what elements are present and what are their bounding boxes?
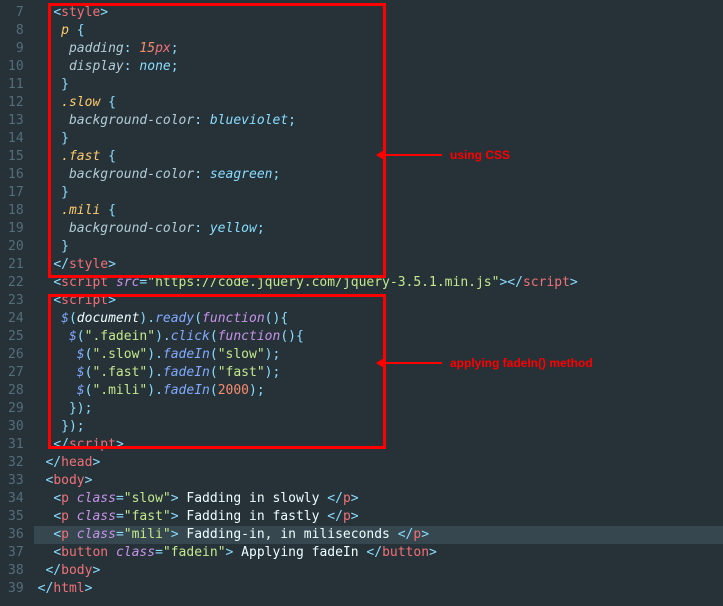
code-line: <script src="https://code.jquery.com/jqu… [34, 274, 723, 292]
line-number: 9 [8, 40, 24, 58]
line-number: 13 [8, 112, 24, 130]
code-line: padding: 15px; [34, 40, 723, 58]
code-line: }); [34, 400, 723, 418]
line-number: 11 [8, 76, 24, 94]
code-line: <p class="slow"> Fadding in slowly </p> [34, 490, 723, 508]
line-number: 38 [8, 562, 24, 580]
code-line: background-color: blueviolet; [34, 112, 723, 130]
code-line: $(".fadein").click(function(){ [34, 328, 723, 346]
line-number: 8 [8, 22, 24, 40]
line-number: 10 [8, 58, 24, 76]
line-number: 25 [8, 328, 24, 346]
line-number: 30 [8, 418, 24, 436]
code-line: background-color: seagreen; [34, 166, 723, 184]
line-number: 24 [8, 310, 24, 328]
code-line: $(".mili").fadeIn(2000); [34, 382, 723, 400]
line-number: 21 [8, 256, 24, 274]
code-line: display: none; [34, 58, 723, 76]
code-line: } [34, 184, 723, 202]
line-number: 17 [8, 184, 24, 202]
code-line: <button class="fadein"> Applying fadeIn … [34, 544, 723, 562]
line-number: 14 [8, 130, 24, 148]
annotation-label: applying fadeIn() method [450, 356, 593, 370]
line-number: 31 [8, 436, 24, 454]
line-number: 16 [8, 166, 24, 184]
code-line: <p class="mili"> Fadding-in, in miliseco… [34, 526, 723, 544]
line-number: 39 [8, 580, 24, 598]
arrow-icon [382, 154, 442, 156]
arrow-icon [382, 362, 442, 364]
code-line: $(document).ready(function(){ [34, 310, 723, 328]
annotation-label: using CSS [450, 148, 510, 162]
line-number: 37 [8, 544, 24, 562]
code-line: } [34, 238, 723, 256]
code-line: <p class="fast"> Fadding in fastly </p> [34, 508, 723, 526]
code-line: </body> [34, 562, 723, 580]
line-number: 19 [8, 220, 24, 238]
code-line: <style> [34, 4, 723, 22]
line-number: 7 [8, 4, 24, 22]
code-line: background-color: yellow; [34, 220, 723, 238]
line-number: 15 [8, 148, 24, 166]
line-number: 27 [8, 364, 24, 382]
code-line: </html> [34, 580, 723, 598]
code-line: </head> [34, 454, 723, 472]
code-line: <body> [34, 472, 723, 490]
code-line: .mili { [34, 202, 723, 220]
code-line: } [34, 76, 723, 94]
line-number: 22 [8, 274, 24, 292]
annotation-arrow-fadein: applying fadeIn() method [382, 356, 593, 370]
line-number: 26 [8, 346, 24, 364]
code-editor: 7 8 9 10 11 12 13 14 15 16 17 18 19 20 2… [0, 0, 723, 602]
line-number: 36 [8, 526, 24, 544]
line-number: 28 [8, 382, 24, 400]
line-number: 23 [8, 292, 24, 310]
code-line: </style> [34, 256, 723, 274]
code-line: <script> [34, 292, 723, 310]
line-number: 32 [8, 454, 24, 472]
line-number: 35 [8, 508, 24, 526]
code-line: p { [34, 22, 723, 40]
annotation-arrow-css: using CSS [382, 148, 510, 162]
line-number: 33 [8, 472, 24, 490]
code-line: .slow { [34, 94, 723, 112]
line-number: 12 [8, 94, 24, 112]
line-number: 20 [8, 238, 24, 256]
code-line: } [34, 130, 723, 148]
code-line: </script> [34, 436, 723, 454]
line-gutter: 7 8 9 10 11 12 13 14 15 16 17 18 19 20 2… [0, 0, 34, 602]
code-line: }); [34, 418, 723, 436]
line-number: 34 [8, 490, 24, 508]
line-number: 29 [8, 400, 24, 418]
line-number: 18 [8, 202, 24, 220]
code-area[interactable]: <style> p { padding: 15px; display: none… [34, 0, 723, 602]
